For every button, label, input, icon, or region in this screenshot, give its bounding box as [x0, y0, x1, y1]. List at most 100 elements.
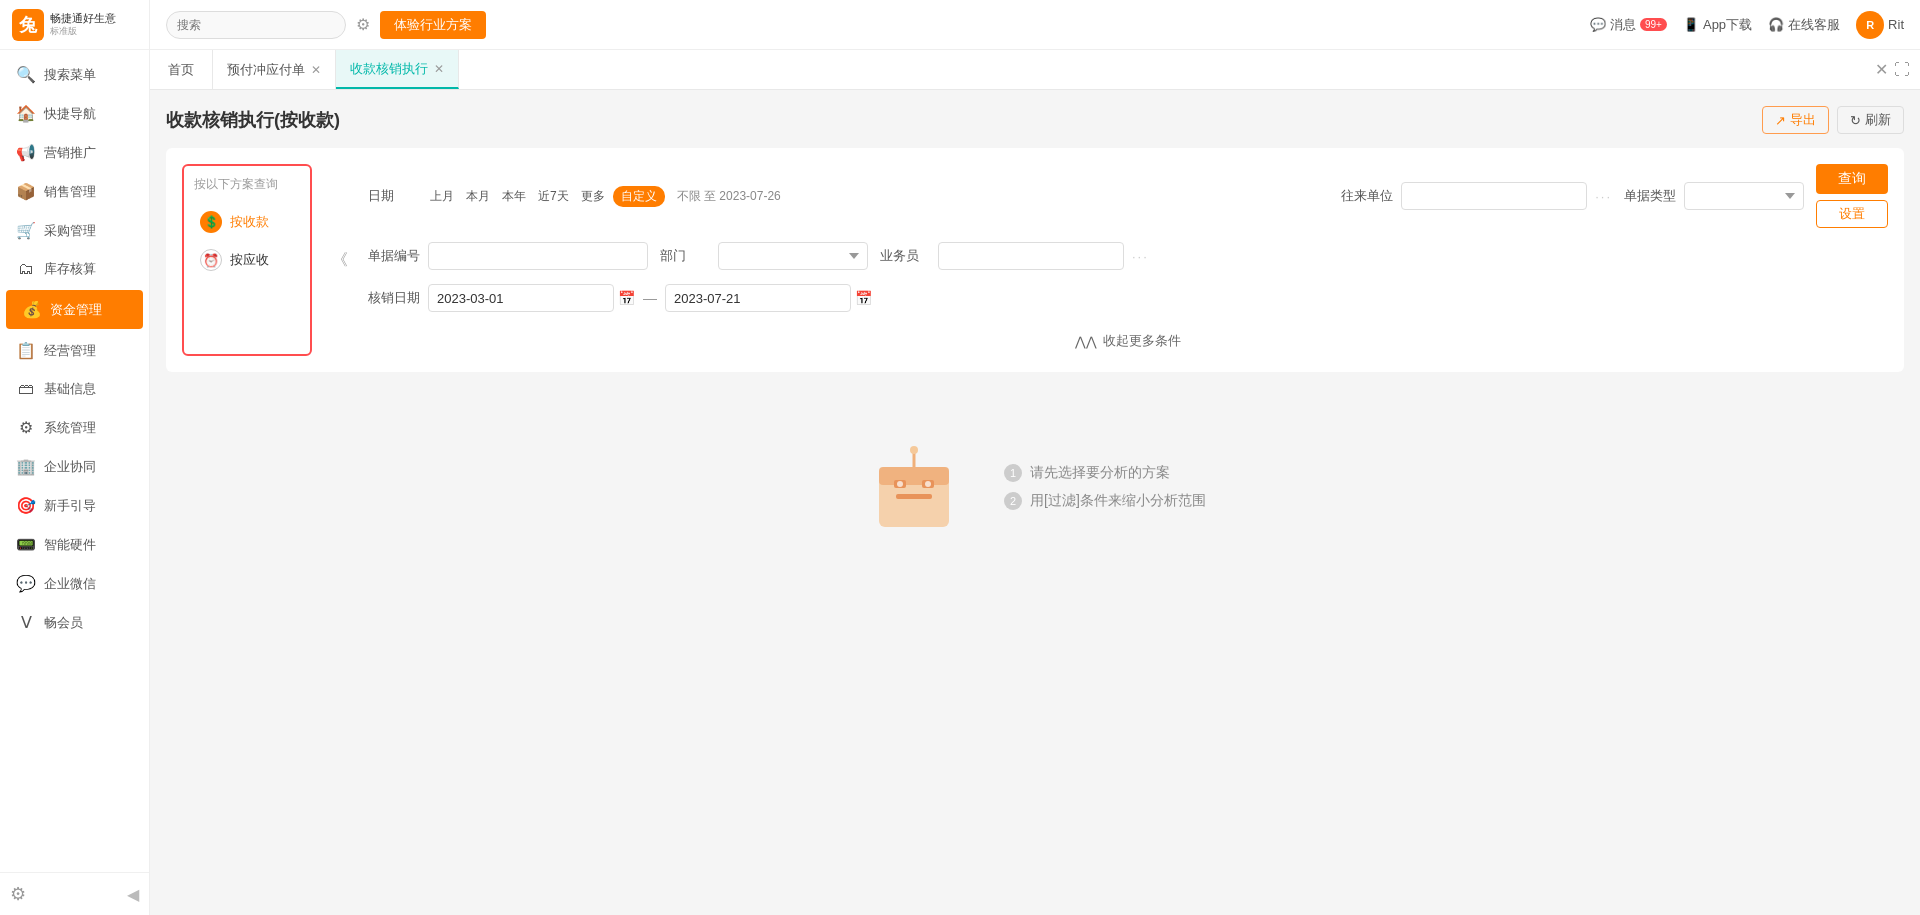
filter-option-by-receipt[interactable]: 💲 按收款 [194, 203, 300, 241]
sidebar-item-sales[interactable]: 📦 销售管理 [0, 172, 149, 211]
collapse-more-icon: ⋀⋀ [1075, 334, 1097, 349]
purchase-icon: 🛒 [16, 221, 36, 240]
date-tab-this-month[interactable]: 本月 [462, 186, 494, 207]
sidebar-item-member[interactable]: Ⅴ 畅会员 [0, 603, 149, 642]
svg-point-8 [910, 446, 918, 454]
empty-illustration [864, 432, 974, 542]
doc-type-field: 单据类型 [1624, 182, 1804, 210]
sidebar-item-marketing[interactable]: 📢 营销推广 [0, 133, 149, 172]
user-item[interactable]: R Rit [1856, 11, 1904, 39]
tab-receipt-offset[interactable]: 收款核销执行 ✕ [336, 50, 459, 89]
dept-select[interactable] [718, 242, 868, 270]
sidebar-item-wechat-biz[interactable]: 💬 企业微信 [0, 564, 149, 603]
industry-btn[interactable]: 体验行业方案 [380, 11, 486, 39]
search-input[interactable] [166, 11, 346, 39]
staff-input[interactable] [938, 242, 1124, 270]
tab-home[interactable]: 首页 [150, 50, 213, 89]
partner-input[interactable] [1401, 182, 1587, 210]
hint-num-2: 2 [1004, 492, 1022, 510]
smart-hw-icon: 📟 [16, 535, 36, 554]
operations-icon: 📋 [16, 341, 36, 360]
gear-icon[interactable]: ⚙ [356, 15, 370, 34]
filter-option-receivable-label: 按应收 [230, 251, 269, 269]
member-icon: Ⅴ [16, 613, 36, 632]
sidebar-item-operations[interactable]: 📋 经营管理 [0, 331, 149, 370]
svg-rect-4 [896, 494, 932, 499]
sidebar-item-label: 销售管理 [44, 183, 96, 201]
tab-expand-btn[interactable]: ⛶ [1894, 61, 1910, 79]
partner-dots[interactable]: ··· [1595, 189, 1612, 204]
sidebar-collapse-icon[interactable]: ◀ [127, 885, 139, 904]
page-header-actions: ↗ 导出 ↻ 刷新 [1762, 106, 1904, 134]
query-btn[interactable]: 查询 [1816, 164, 1888, 194]
tab-receipt-close-icon[interactable]: ✕ [434, 62, 444, 76]
topbar-right: 💬 消息 99+ 📱 App下载 🎧 在线客服 R Rit [1590, 11, 1904, 39]
filter-row-3: 核销日期 📅 — 📅 [368, 284, 1888, 312]
service-item[interactable]: 🎧 在线客服 [1768, 16, 1840, 34]
collapse-more-btn[interactable]: ⋀⋀ 收起更多条件 [368, 326, 1888, 356]
tabbar: 首页 预付冲应付单 ✕ 收款核销执行 ✕ ✕ ⛶ [150, 50, 1920, 90]
doc-type-label: 单据类型 [1624, 187, 1676, 205]
empty-state: 1 请先选择要分析的方案 2 用[过滤]条件来缩小分析范围 [166, 372, 1904, 602]
search-icon: 🔍 [16, 65, 36, 84]
app-download-item[interactable]: 📱 App下载 [1683, 16, 1752, 34]
sidebar-item-finance[interactable]: 💰 资金管理 [6, 290, 143, 329]
tab-prepay-close-icon[interactable]: ✕ [311, 63, 321, 77]
date-tab-7days[interactable]: 近7天 [534, 186, 573, 207]
message-label: 消息 [1610, 16, 1636, 34]
sidebar-item-search-menu[interactable]: 🔍 搜索菜单 [0, 55, 149, 94]
date-tab-prev-month[interactable]: 上月 [426, 186, 458, 207]
empty-hint-2: 2 用[过滤]条件来缩小分析范围 [1004, 492, 1206, 510]
sidebar-item-label: 企业微信 [44, 575, 96, 593]
hint-num-1: 1 [1004, 464, 1022, 482]
sales-icon: 📦 [16, 182, 36, 201]
sidebar-item-label: 畅会员 [44, 614, 83, 632]
logo-icon: 兔 [12, 9, 44, 41]
logo-sub: 标准版 [50, 25, 116, 38]
sidebar-item-sys-mgmt[interactable]: ⚙ 系统管理 [0, 408, 149, 447]
offset-date-end-icon[interactable]: 📅 [855, 290, 872, 306]
date-tab-custom[interactable]: 自定义 [613, 186, 665, 207]
sidebar-item-inventory[interactable]: 🗂 库存核算 [0, 250, 149, 288]
main-content: ⚙ 体验行业方案 💬 消息 99+ 📱 App下载 🎧 在线客服 R Rit [150, 0, 1920, 915]
filter-row-1: 日期 上月 本月 本年 近7天 更多 自定义 不限 至 2023-07-26 [368, 164, 1888, 228]
doc-type-select[interactable] [1684, 182, 1804, 210]
offset-date-end-input[interactable] [665, 284, 851, 312]
svg-rect-1 [879, 467, 949, 485]
message-item[interactable]: 💬 消息 99+ [1590, 16, 1667, 34]
date-tab-more[interactable]: 更多 [577, 186, 609, 207]
sidebar-item-label: 营销推广 [44, 144, 96, 162]
doc-num-input[interactable] [428, 242, 648, 270]
staff-dots[interactable]: ··· [1132, 249, 1149, 264]
filter-collapse-btn[interactable]: 《 [328, 164, 352, 356]
sidebar-item-label: 经营管理 [44, 342, 96, 360]
basic-info-icon: 🗃 [16, 380, 36, 398]
sidebar-settings-icon[interactable]: ⚙ [10, 883, 26, 905]
date-dash: — [643, 290, 657, 306]
message-badge: 99+ [1640, 18, 1667, 31]
offset-date-start-icon[interactable]: 📅 [618, 290, 635, 306]
date-tab-this-year[interactable]: 本年 [498, 186, 530, 207]
export-btn[interactable]: ↗ 导出 [1762, 106, 1829, 134]
tab-close-all-btn[interactable]: ✕ [1875, 60, 1888, 79]
sidebar-item-enterprise[interactable]: 🏢 企业协同 [0, 447, 149, 486]
sidebar-item-newbie[interactable]: 🎯 新手引导 [0, 486, 149, 525]
filter-sidebar-title: 按以下方案查询 [194, 176, 300, 193]
filter-option-by-receivable[interactable]: ⏰ 按应收 [194, 241, 300, 279]
tab-prepay-offset[interactable]: 预付冲应付单 ✕ [213, 50, 336, 89]
marketing-icon: 📢 [16, 143, 36, 162]
sidebar-item-label: 资金管理 [50, 301, 102, 319]
offset-date-label: 核销日期 [368, 289, 420, 307]
settings-btn[interactable]: 设置 [1816, 200, 1888, 228]
sidebar-item-purchase[interactable]: 🛒 采购管理 [0, 211, 149, 250]
sidebar-item-smart-hw[interactable]: 📟 智能硬件 [0, 525, 149, 564]
message-icon: 💬 [1590, 17, 1606, 32]
sidebar-item-label: 智能硬件 [44, 536, 96, 554]
refresh-btn[interactable]: ↻ 刷新 [1837, 106, 1904, 134]
sidebar-item-label: 库存核算 [44, 260, 96, 278]
offset-date-start-input[interactable] [428, 284, 614, 312]
sidebar-item-basic-info[interactable]: 🗃 基础信息 [0, 370, 149, 408]
filter-row-2: 单据编号 部门 业务员 ··· [368, 242, 1888, 270]
date-label: 日期 [368, 187, 418, 205]
sidebar-item-quick-nav[interactable]: 🏠 快捷导航 [0, 94, 149, 133]
